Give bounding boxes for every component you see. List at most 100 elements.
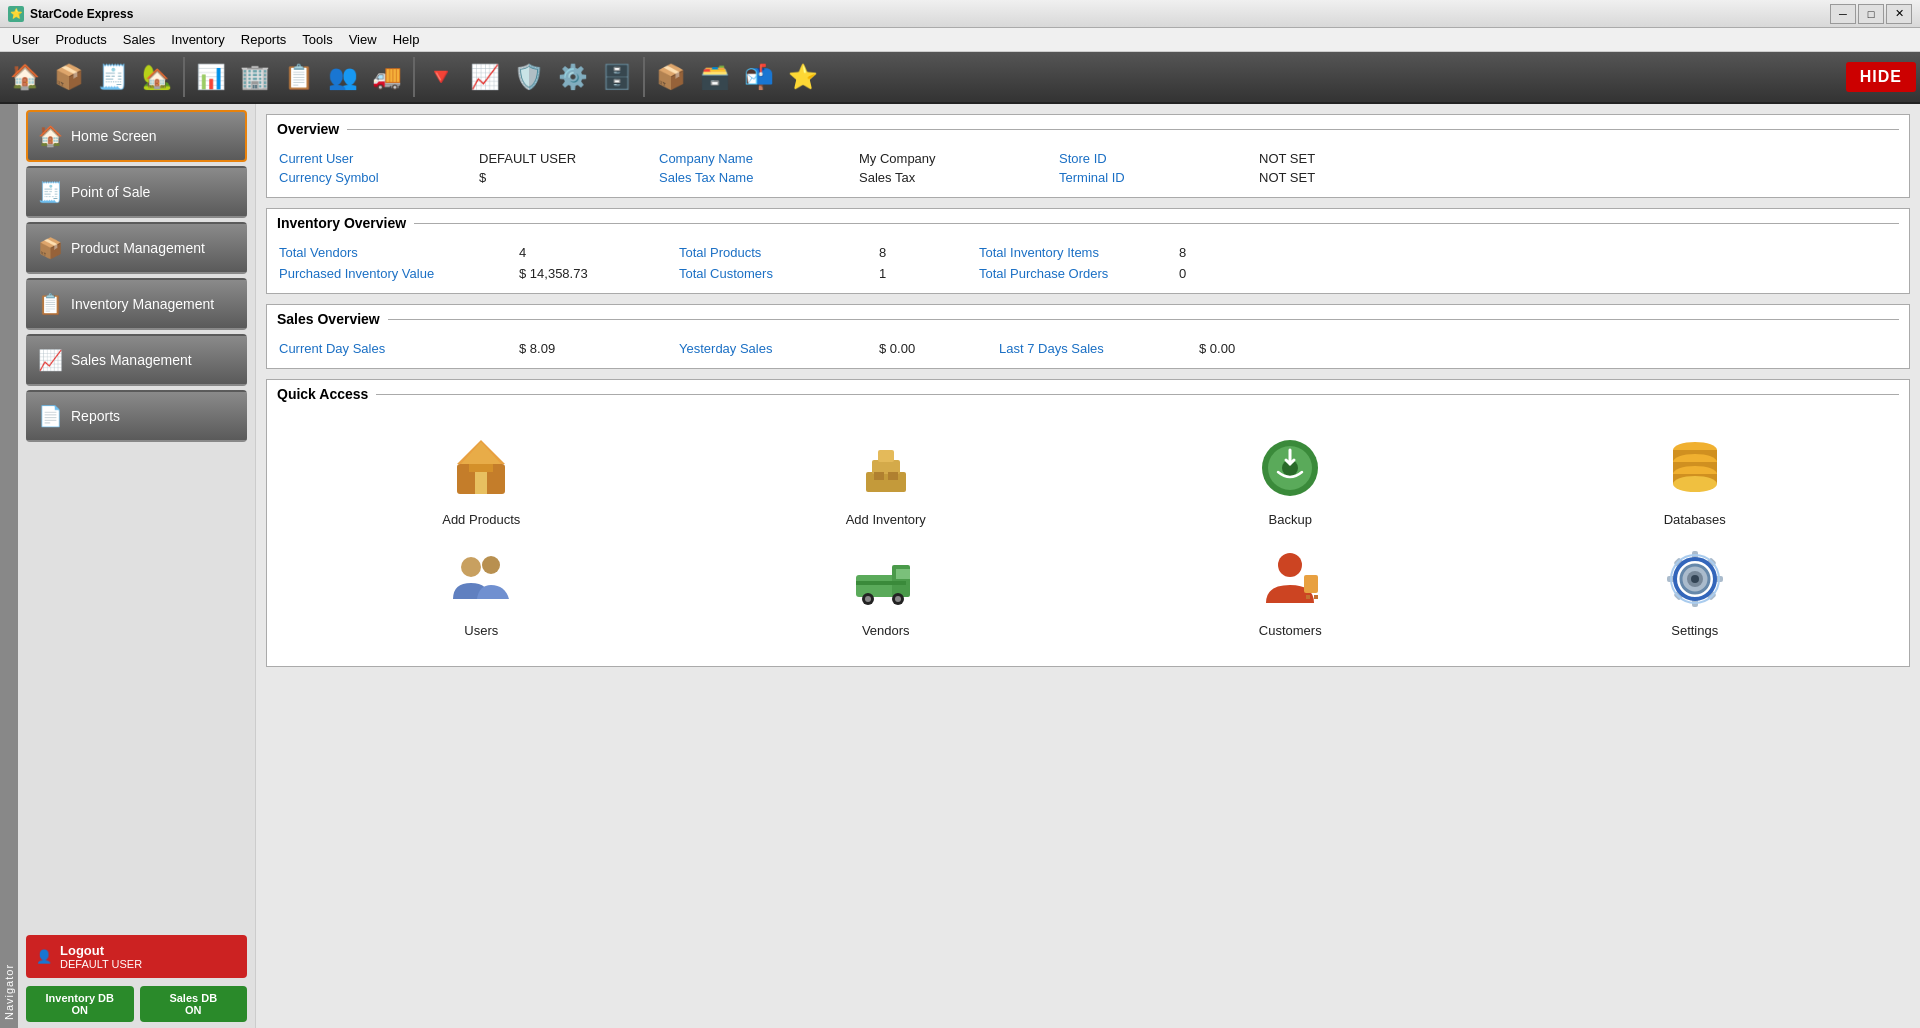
current-user-label[interactable]: Current User xyxy=(279,151,479,166)
logout-button[interactable]: 👤 Logout DEFAULT USER xyxy=(26,935,247,978)
terminal-id-value: NOT SET xyxy=(1259,170,1379,185)
inventory-management-icon: 📋 xyxy=(38,292,63,316)
toolbar-truck-icon[interactable]: 🚚 xyxy=(366,56,408,98)
settings-label: Settings xyxy=(1671,623,1718,638)
company-name-label[interactable]: Company Name xyxy=(659,151,859,166)
total-inventory-items-label[interactable]: Total Inventory Items xyxy=(979,245,1179,260)
backup-label: Backup xyxy=(1269,512,1312,527)
toolbar-shield-icon[interactable]: 🛡️ xyxy=(508,56,550,98)
toolbar-chart-icon[interactable]: 📊 xyxy=(190,56,232,98)
navigator-tab[interactable]: Navigator xyxy=(0,104,18,1028)
sales-tax-name-label[interactable]: Sales Tax Name xyxy=(659,170,859,185)
toolbar-arrow-icon[interactable]: 🔻 xyxy=(420,56,462,98)
sales-overview-title: Sales Overview xyxy=(267,305,1909,333)
toolbar-pos-icon[interactable]: 🧾 xyxy=(92,56,134,98)
menu-inventory[interactable]: Inventory xyxy=(163,30,232,49)
qa-add-products[interactable]: Add Products xyxy=(279,432,684,527)
toolbar-report-icon[interactable]: 📋 xyxy=(278,56,320,98)
toolbar-org-icon[interactable]: 🏢 xyxy=(234,56,276,98)
users-label: Users xyxy=(464,623,498,638)
qa-vendors[interactable]: Vendors xyxy=(684,543,1089,638)
current-user-value: DEFAULT USER xyxy=(479,151,659,166)
minimize-button[interactable]: ─ xyxy=(1830,4,1856,24)
overview-title: Overview xyxy=(267,115,1909,143)
toolbar-sep-2 xyxy=(413,57,415,97)
sales-tax-name-value: Sales Tax xyxy=(859,170,1059,185)
sidebar-item-sales-management[interactable]: 📈 Sales Management xyxy=(26,334,247,386)
last-7-days-sales-value: $ 0.00 xyxy=(1199,341,1279,356)
logout-user-icon: 👤 xyxy=(36,949,52,964)
toolbar-graph-icon[interactable]: 📈 xyxy=(464,56,506,98)
sales-overview-body: Current Day Sales $ 8.09 Yesterday Sales… xyxy=(267,333,1909,368)
toolbar-users-icon[interactable]: 👥 xyxy=(322,56,364,98)
last-7-days-sales-label[interactable]: Last 7 Days Sales xyxy=(999,341,1199,356)
sidebar-item-point-of-sale[interactable]: 🧾 Point of Sale xyxy=(26,166,247,218)
hide-button[interactable]: HIDE xyxy=(1846,62,1916,92)
total-customers-label[interactable]: Total Customers xyxy=(679,266,879,281)
toolbar-product-icon[interactable]: 📦 xyxy=(48,56,90,98)
db-buttons: Inventory DBON Sales DBON xyxy=(26,986,247,1022)
svg-rect-32 xyxy=(1306,595,1310,599)
toolbar-open-box-icon[interactable]: 📬 xyxy=(738,56,780,98)
svg-rect-5 xyxy=(866,472,906,492)
sidebar-item-product-management[interactable]: 📦 Product Management xyxy=(26,222,247,274)
purchased-inventory-value-label[interactable]: Purchased Inventory Value xyxy=(279,266,519,281)
qa-users[interactable]: Users xyxy=(279,543,684,638)
total-purchase-orders-value: 0 xyxy=(1179,266,1259,281)
menu-products[interactable]: Products xyxy=(47,30,114,49)
svg-rect-2 xyxy=(475,472,487,494)
sales-db-button[interactable]: Sales DBON xyxy=(140,986,248,1022)
title-bar-left: ⭐ StarCode Express xyxy=(8,6,133,22)
currency-symbol-value: $ xyxy=(479,170,659,185)
sidebar-item-reports[interactable]: 📄 Reports xyxy=(26,390,247,442)
quick-access-title: Quick Access xyxy=(267,380,1909,408)
toolbar-house-icon[interactable]: 🏡 xyxy=(136,56,178,98)
menu-sales[interactable]: Sales xyxy=(115,30,164,49)
svg-rect-3 xyxy=(469,464,493,472)
databases-icon xyxy=(1659,432,1731,504)
restore-button[interactable]: □ xyxy=(1858,4,1884,24)
quick-access-grid: Add Products Add Invento xyxy=(279,416,1897,654)
store-id-label[interactable]: Store ID xyxy=(1059,151,1259,166)
menu-help[interactable]: Help xyxy=(385,30,428,49)
overview-section: Overview Current User DEFAULT USER Compa… xyxy=(266,114,1910,198)
menu-reports[interactable]: Reports xyxy=(233,30,295,49)
menu-tools[interactable]: Tools xyxy=(294,30,340,49)
close-button[interactable]: ✕ xyxy=(1886,4,1912,24)
menu-view[interactable]: View xyxy=(341,30,385,49)
overview-body: Current User DEFAULT USER Company Name M… xyxy=(267,143,1909,197)
svg-rect-33 xyxy=(1314,595,1318,599)
inventory-db-button[interactable]: Inventory DBON xyxy=(26,986,134,1022)
currency-symbol-label[interactable]: Currency Symbol xyxy=(279,170,479,185)
home-screen-label: Home Screen xyxy=(71,128,157,144)
main-content: Overview Current User DEFAULT USER Compa… xyxy=(256,104,1920,1028)
qa-settings[interactable]: Settings xyxy=(1493,543,1898,638)
sidebar-item-home-screen[interactable]: 🏠 Home Screen xyxy=(26,110,247,162)
toolbar-home-icon[interactable]: 🏠 xyxy=(4,56,46,98)
toolbar-db-icon[interactable]: 🗄️ xyxy=(596,56,638,98)
menu-user[interactable]: User xyxy=(4,30,47,49)
pos-icon: 🧾 xyxy=(38,180,63,204)
toolbar-box-icon[interactable]: 📦 xyxy=(650,56,692,98)
yesterday-sales-label[interactable]: Yesterday Sales xyxy=(679,341,879,356)
qa-add-inventory[interactable]: Add Inventory xyxy=(684,432,1089,527)
svg-point-36 xyxy=(1691,575,1699,583)
toolbar-gear-icon[interactable]: ⚙️ xyxy=(552,56,594,98)
qa-databases[interactable]: Databases xyxy=(1493,432,1898,527)
total-purchase-orders-label[interactable]: Total Purchase Orders xyxy=(979,266,1179,281)
toolbar-sep-3 xyxy=(643,57,645,97)
qa-customers[interactable]: Customers xyxy=(1088,543,1493,638)
total-products-label[interactable]: Total Products xyxy=(679,245,879,260)
inventory-management-label: Inventory Management xyxy=(71,296,214,312)
terminal-id-label[interactable]: Terminal ID xyxy=(1059,170,1259,185)
svg-point-21 xyxy=(482,556,500,574)
toolbar-star-icon[interactable]: ⭐ xyxy=(782,56,824,98)
inventory-overview-title: Inventory Overview xyxy=(267,209,1909,237)
qa-backup[interactable]: Backup xyxy=(1088,432,1493,527)
svg-point-28 xyxy=(895,596,901,602)
toolbar-boxes-icon[interactable]: 🗃️ xyxy=(694,56,736,98)
sidebar-item-inventory-management[interactable]: 📋 Inventory Management xyxy=(26,278,247,330)
current-day-sales-label[interactable]: Current Day Sales xyxy=(279,341,519,356)
vendors-label: Vendors xyxy=(862,623,910,638)
total-vendors-label[interactable]: Total Vendors xyxy=(279,245,519,260)
